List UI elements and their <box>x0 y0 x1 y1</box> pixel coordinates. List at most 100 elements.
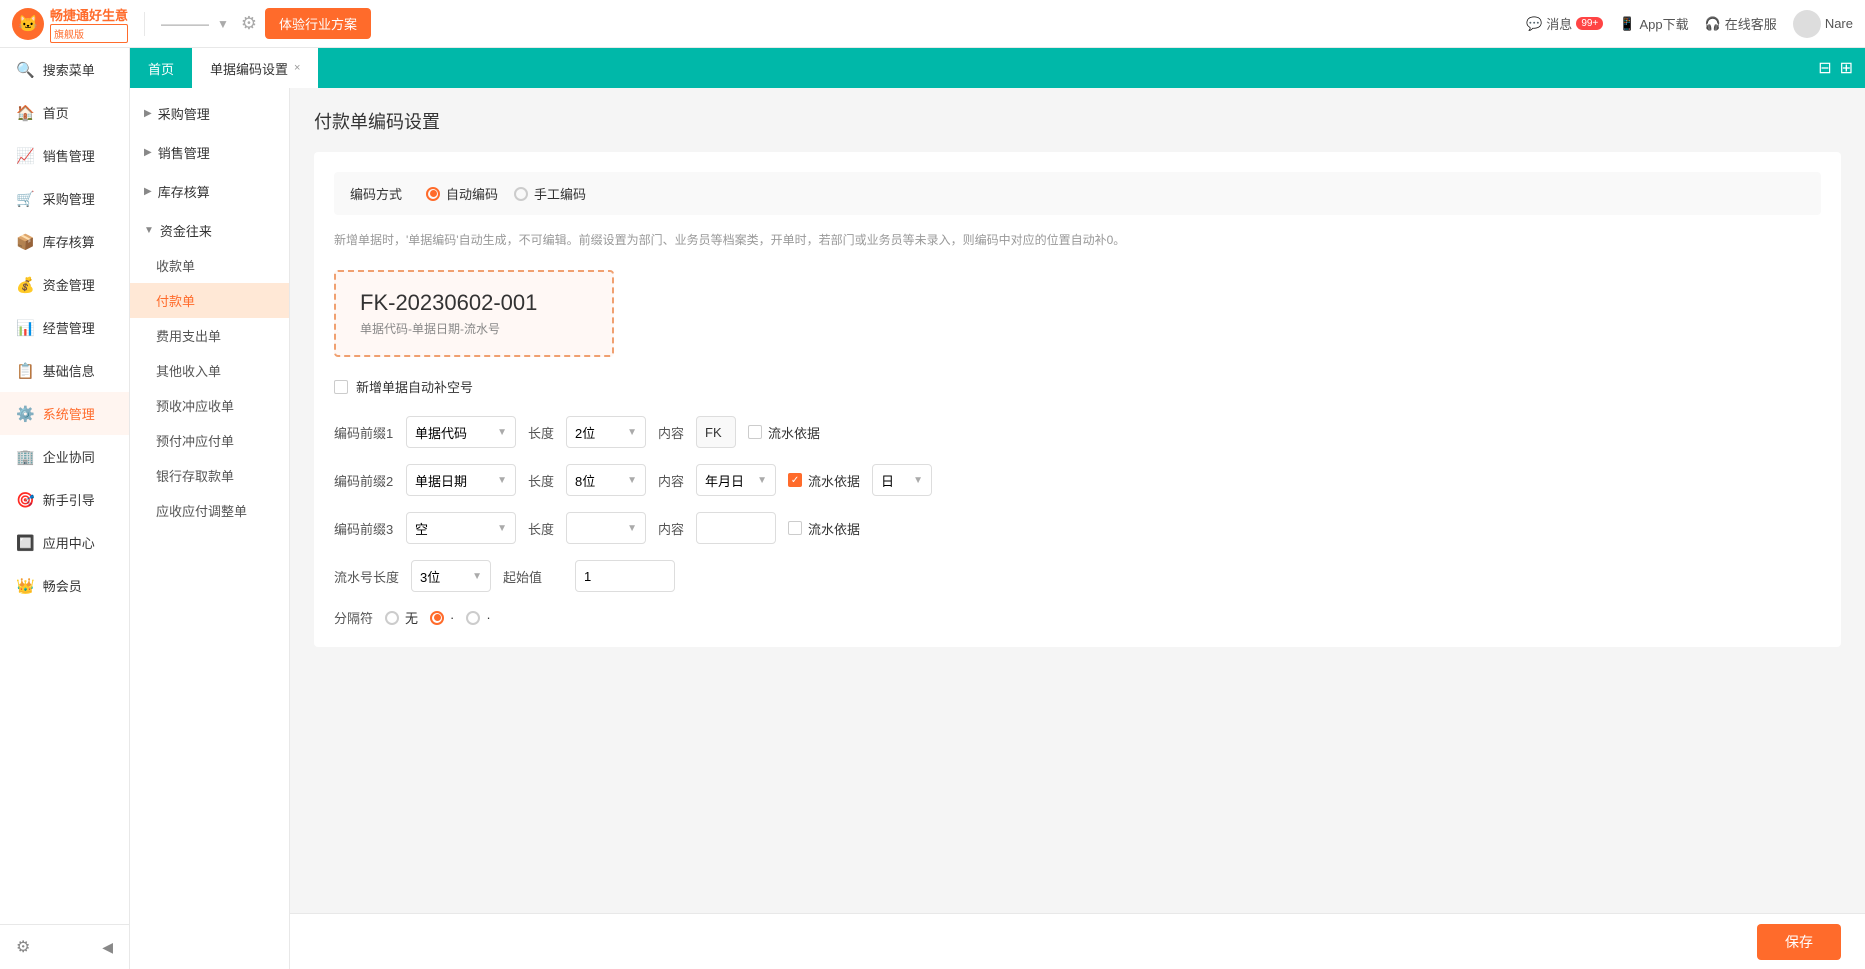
sec-item-other-income[interactable]: 其他收入单 <box>130 353 289 388</box>
page-title: 付款单编码设置 <box>314 108 1841 134</box>
serial-row: 流水号长度 3位 ▼ 起始值 <box>334 560 1821 592</box>
search-icon: 🔍 <box>16 61 35 79</box>
trial-button[interactable]: 体验行业方案 <box>265 8 371 39</box>
sidebar-item-finance[interactable]: 💰 资金管理 <box>0 263 129 306</box>
sec-item-ar-ap-adjust[interactable]: 应收应付调整单 <box>130 493 289 528</box>
auto-fill-row[interactable]: 新增单据自动补空号 <box>334 377 1821 396</box>
tab-close-icon[interactable]: × <box>294 62 300 74</box>
sidebar-search[interactable]: 🔍 搜索菜单 <box>0 48 129 91</box>
sidebar: 🔍 搜索菜单 🏠 首页 📈 销售管理 🛒 采购管理 📦 库存核算 💰 资金管理 … <box>0 48 130 969</box>
info-text: 新增单据时，'单据编码'自动生成，不可编辑。前缀设置为部门、业务员等档案类，开单… <box>334 231 1821 250</box>
sidebar-item-inventory[interactable]: 📦 库存核算 <box>0 220 129 263</box>
prefix-select-2[interactable]: 单据日期 ▼ <box>406 464 516 496</box>
length-arrow-1: ▼ <box>627 427 637 438</box>
message-area[interactable]: 💬 消息 99+ <box>1526 14 1603 33</box>
account-name: ———— <box>161 17 209 31</box>
tab-coding-settings[interactable]: 单据编码设置 × <box>192 48 318 88</box>
separator-dot1[interactable]: · <box>430 610 454 625</box>
user-area[interactable]: Nare <box>1793 10 1853 38</box>
start-value-input[interactable] <box>575 560 675 592</box>
sidebar-item-system[interactable]: ⚙️ 系统管理 <box>0 392 129 435</box>
sec-group-finance: ▼ 资金往来 收款单 付款单 费用支出单 其他收入单 预收冲应收单 预付冲应付单… <box>130 213 289 528</box>
sep-radio-dot2 <box>466 611 480 625</box>
arrow-sales: ▶ <box>144 147 152 158</box>
stream-cb-2[interactable]: ✓ <box>788 473 802 487</box>
nav-tabs-right: ⊟ ⊞ <box>1818 58 1865 78</box>
sec-item-receipt[interactable]: 收款单 <box>130 248 289 283</box>
sidebar-item-sales[interactable]: 📈 销售管理 <box>0 134 129 177</box>
stream-cb-3[interactable] <box>788 521 802 535</box>
serial-arrow: ▼ <box>472 571 482 582</box>
dropdown-icon[interactable]: ▼ <box>217 17 229 31</box>
sec-group-header-purchase[interactable]: ▶ 采购管理 <box>130 96 289 131</box>
app-icon: 📱 <box>1619 16 1635 32</box>
separator-none[interactable]: 无 <box>385 608 418 627</box>
sec-group-inventory: ▶ 库存核算 <box>130 174 289 209</box>
sep-radio-none <box>385 611 399 625</box>
settings-icon-top[interactable]: ⚙ <box>241 13 257 34</box>
length-arrow-3: ▼ <box>627 523 637 534</box>
prefix-arrow-1: ▼ <box>497 427 507 438</box>
sidebar-item-purchase[interactable]: 🛒 采购管理 <box>0 177 129 220</box>
content-arrow-2: ▼ <box>757 475 767 486</box>
sec-item-prepaid-offset[interactable]: 预付冲应付单 <box>130 423 289 458</box>
sidebar-item-newguide[interactable]: 🎯 新手引导 <box>0 478 129 521</box>
serial-length-select[interactable]: 3位 ▼ <box>411 560 491 592</box>
auto-fill-checkbox[interactable] <box>334 380 348 394</box>
finance-icon: 💰 <box>16 276 35 294</box>
stream-checkbox-1[interactable]: 流水依据 <box>748 423 820 442</box>
sidebar-item-home[interactable]: 🏠 首页 <box>0 91 129 134</box>
sidebar-item-appcenter[interactable]: 🔲 应用中心 <box>0 521 129 564</box>
message-icon: 💬 <box>1526 16 1542 32</box>
sec-group-header-sales[interactable]: ▶ 销售管理 <box>130 135 289 170</box>
home-icon: 🏠 <box>16 104 35 122</box>
length-select-2[interactable]: 8位 ▼ <box>566 464 646 496</box>
radio-auto-code[interactable]: 自动编码 <box>426 184 498 203</box>
logo: 🐱 畅捷通好生意 旗舰版 <box>12 5 128 43</box>
radio-dot-manual <box>514 187 528 201</box>
example-code-value: FK-20230602-001 <box>360 290 588 316</box>
app-center-icon: 🔲 <box>16 534 35 552</box>
sec-item-bank-deposit[interactable]: 银行存取款单 <box>130 458 289 493</box>
tab-home[interactable]: 首页 <box>130 48 192 88</box>
stream-checkbox-3[interactable]: 流水依据 <box>788 519 860 538</box>
content-select-2[interactable]: 年月日 ▼ <box>696 464 776 496</box>
form-card: 编码方式 自动编码 手工编码 <box>314 152 1841 647</box>
sec-group-header-inventory[interactable]: ▶ 库存核算 <box>130 174 289 209</box>
system-icon: ⚙️ <box>16 405 35 423</box>
main-layout: 🔍 搜索菜单 🏠 首页 📈 销售管理 🛒 采购管理 📦 库存核算 💰 资金管理 … <box>0 48 1865 969</box>
stream-cb-1[interactable] <box>748 425 762 439</box>
prefix-select-1[interactable]: 单据代码 ▼ <box>406 416 516 448</box>
sec-item-payment[interactable]: 付款单 <box>130 283 289 318</box>
prefix-arrow-2: ▼ <box>497 475 507 486</box>
save-button[interactable]: 保存 <box>1757 924 1841 960</box>
guide-icon: 🎯 <box>16 491 35 509</box>
sidebar-item-basic[interactable]: 📋 基础信息 <box>0 349 129 392</box>
separator-dot2[interactable]: · <box>466 610 490 625</box>
app-download[interactable]: 📱 App下载 <box>1619 14 1688 33</box>
online-service[interactable]: 🎧 在线客服 <box>1705 14 1777 33</box>
sec-group-header-finance[interactable]: ▼ 资金往来 <box>130 213 289 248</box>
nav-minimize-icon[interactable]: ⊟ <box>1818 58 1831 78</box>
prefix-label-2: 编码前缀2 <box>334 471 394 490</box>
basic-icon: 📋 <box>16 362 35 380</box>
radio-manual-code[interactable]: 手工编码 <box>514 184 586 203</box>
length-select-3[interactable]: ▼ <box>566 512 646 544</box>
nav-maximize-icon[interactable]: ⊞ <box>1840 58 1853 78</box>
stream-checkbox-2[interactable]: ✓ 流水依据 <box>788 471 860 490</box>
sep-radio-dot1 <box>430 611 444 625</box>
sec-item-prepayment-offset[interactable]: 预收冲应收单 <box>130 388 289 423</box>
sidebar-item-enterprise[interactable]: 🏢 企业协同 <box>0 435 129 478</box>
sidebar-item-operations[interactable]: 📊 经营管理 <box>0 306 129 349</box>
stream-unit-select-2[interactable]: 日 ▼ <box>872 464 932 496</box>
sidebar-item-vip[interactable]: 👑 畅会员 <box>0 564 129 607</box>
purchase-icon: 🛒 <box>16 190 35 208</box>
length-select-1[interactable]: 2位 ▼ <box>566 416 646 448</box>
settings-bottom-icon[interactable]: ⚙ <box>16 937 30 957</box>
start-value-label: 起始值 <box>503 567 563 586</box>
prefix-select-3[interactable]: 空 ▼ <box>406 512 516 544</box>
topbar: 🐱 畅捷通好生意 旗舰版 ———— ▼ ⚙ 体验行业方案 💬 消息 99+ 📱 … <box>0 0 1865 48</box>
sec-item-expense[interactable]: 费用支出单 <box>130 318 289 353</box>
prefix-label-3: 编码前缀3 <box>334 519 394 538</box>
collapse-icon[interactable]: ◀ <box>102 939 113 956</box>
